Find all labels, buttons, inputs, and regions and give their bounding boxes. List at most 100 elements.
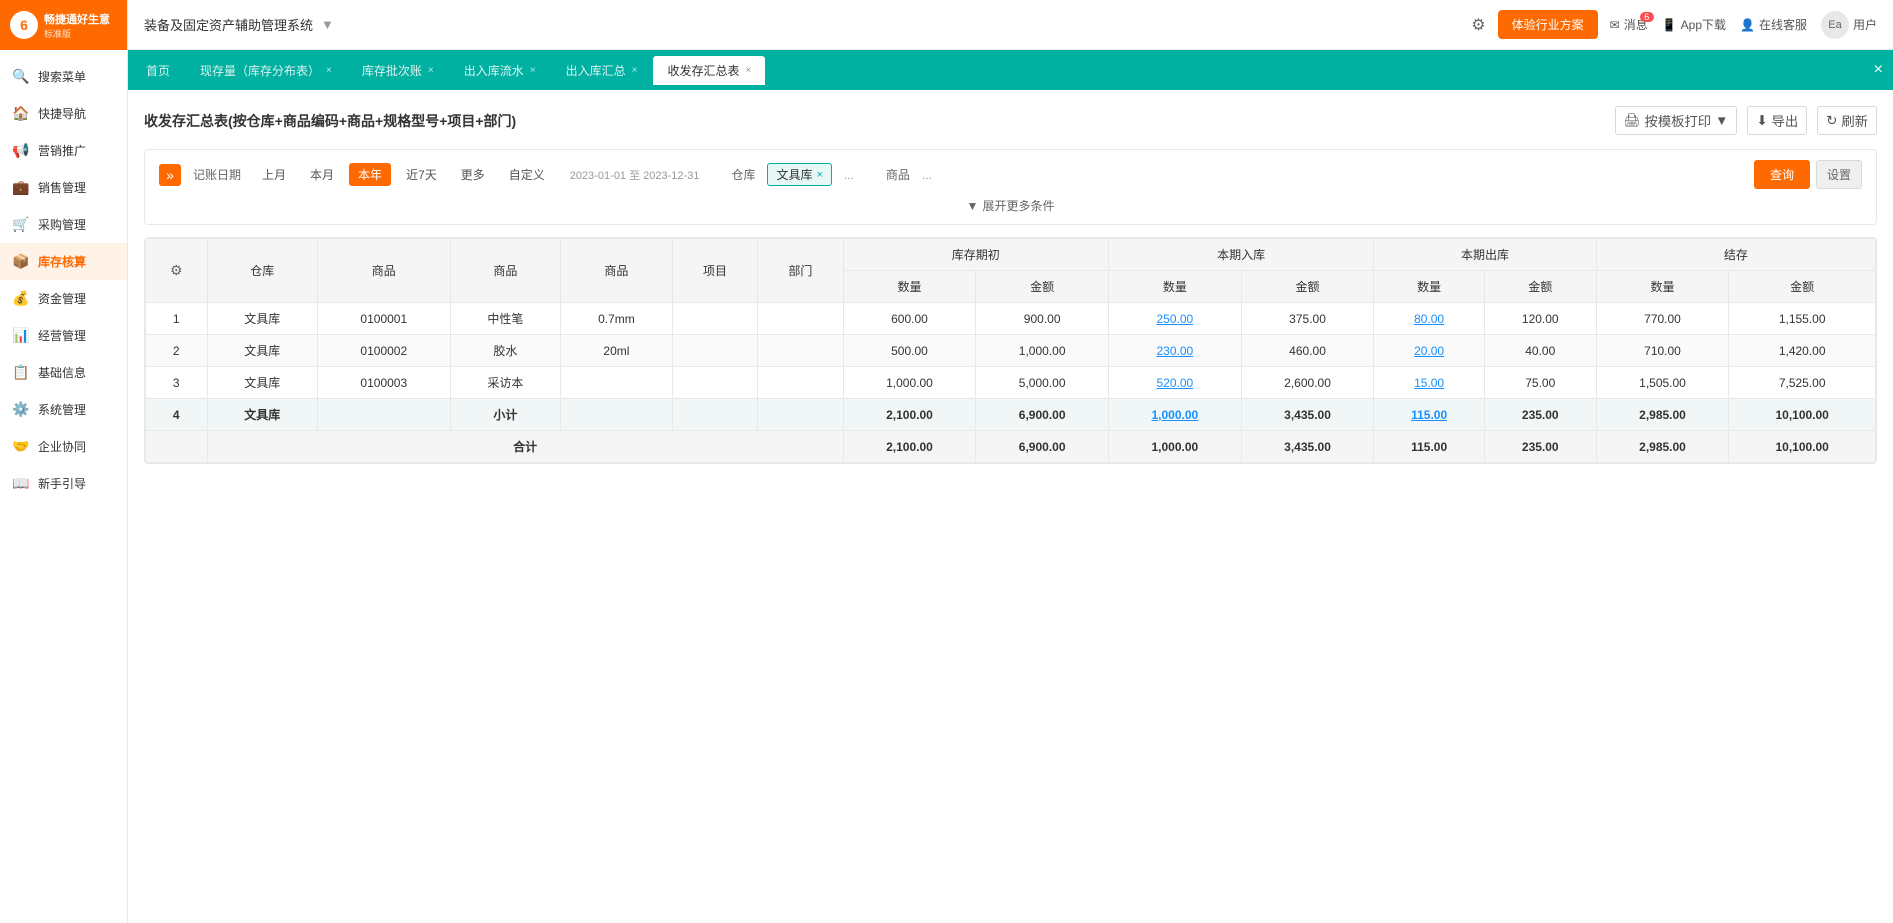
date-btn-this-year[interactable]: 本年: [349, 163, 391, 186]
footer-closing-amount: 10,100.00: [1729, 431, 1876, 463]
topbar-dropdown-icon[interactable]: ▼: [321, 17, 334, 32]
date-btn-more[interactable]: 更多: [452, 163, 494, 186]
table-cell[interactable]: 1,000.00: [1109, 399, 1242, 431]
th-settings[interactable]: ⚙: [146, 239, 208, 303]
sidebar-item-quick-nav[interactable]: 🏠 快捷导航: [0, 95, 127, 132]
cell-link[interactable]: 1,000.00: [1151, 408, 1198, 422]
cell-link[interactable]: 115.00: [1411, 408, 1447, 422]
dropdown-icon: ▼: [1715, 113, 1728, 128]
system-title: 装备及固定资产辅助管理系统 ▼: [144, 15, 1459, 34]
table-cell[interactable]: 20.00: [1374, 335, 1484, 367]
export-btn[interactable]: ⬇ 导出: [1747, 106, 1807, 135]
sidebar-item-system[interactable]: ⚙️ 系统管理: [0, 391, 127, 428]
query-btn[interactable]: 查询: [1754, 160, 1810, 189]
print-btn[interactable]: 🖨 按模板打印 ▼: [1615, 106, 1738, 135]
cell-link[interactable]: 230.00: [1156, 344, 1193, 358]
filter-settings-btn[interactable]: 设置: [1816, 160, 1862, 189]
tab-close-summary[interactable]: ×: [632, 65, 638, 76]
warehouse-more-btn[interactable]: ...: [844, 168, 854, 182]
table-cell[interactable]: 230.00: [1109, 335, 1242, 367]
refresh-btn[interactable]: ↻ 刷新: [1817, 106, 1877, 135]
sidebar-item-basic[interactable]: 📋 基础信息: [0, 354, 127, 391]
th-in-qty: 数量: [1109, 271, 1242, 303]
data-table: ⚙ 仓库 商品 商品 商品 项目 部门 库存期初 本期入库 本期出库 结存: [145, 238, 1876, 463]
sidebar-item-inventory[interactable]: 📦 库存核算: [0, 243, 127, 280]
date-btn-last-month[interactable]: 上月: [253, 163, 295, 186]
tab-receive-summary[interactable]: 收发存汇总表 ×: [653, 56, 765, 85]
table-cell: 中性笔: [450, 303, 560, 335]
table-cell: 1,420.00: [1729, 335, 1876, 367]
warehouse-filter-label: 仓库: [731, 166, 755, 183]
sidebar-item-marketing[interactable]: 📢 营销推广: [0, 132, 127, 169]
date-btn-this-month[interactable]: 本月: [301, 163, 343, 186]
cell-link[interactable]: 15.00: [1414, 376, 1444, 390]
table-cell: 1,505.00: [1596, 367, 1729, 399]
page-content: 收发存汇总表(按仓库+商品编码+商品+规格型号+项目+部门) 🖨 按模板打印 ▼…: [128, 90, 1893, 923]
tab-close-flow[interactable]: ×: [530, 65, 536, 76]
date-btn-7days[interactable]: 近7天: [397, 163, 446, 186]
table-cell[interactable]: 520.00: [1109, 367, 1242, 399]
topbar-settings[interactable]: ⚙: [1471, 15, 1485, 35]
message-btn[interactable]: ✉ 消息 6: [1610, 16, 1648, 33]
sidebar-item-finance[interactable]: 💰 资金管理: [0, 280, 127, 317]
table-cell: 3: [146, 367, 208, 399]
sidebar-item-label: 经营管理: [38, 327, 86, 344]
tab-flow[interactable]: 出入库流水 ×: [450, 56, 550, 85]
table-cell: [672, 367, 757, 399]
table-cell: 460.00: [1241, 335, 1374, 367]
table-cell: 文具库: [207, 367, 317, 399]
online-service-btn[interactable]: 👤 在线客服: [1740, 16, 1807, 33]
table-cell: 40.00: [1484, 335, 1596, 367]
expand-filter-btn[interactable]: ▼ 展开更多条件: [967, 197, 1055, 214]
filter-area: » 记账日期 上月 本月 本年 近7天 更多 自定义 2023-01-01 至 …: [144, 149, 1877, 225]
table-cell[interactable]: 80.00: [1374, 303, 1484, 335]
th-goods-name: 商品: [450, 239, 560, 303]
table-cell: 4: [146, 399, 208, 431]
table-cell: [758, 303, 843, 335]
sidebar-item-operation[interactable]: 📊 经营管理: [0, 317, 127, 354]
sidebar-item-search[interactable]: 🔍 搜索菜单: [0, 58, 127, 95]
cell-link[interactable]: 520.00: [1156, 376, 1193, 390]
home-icon: 🏠: [12, 105, 30, 122]
table-cell: 7,525.00: [1729, 367, 1876, 399]
cell-link[interactable]: 20.00: [1414, 344, 1444, 358]
footer-label: 合计: [207, 431, 843, 463]
cell-link[interactable]: 80.00: [1414, 312, 1444, 326]
enterprise-icon: 🤝: [12, 438, 30, 455]
experience-btn[interactable]: 体验行业方案: [1498, 10, 1598, 39]
sidebar-item-guide[interactable]: 📖 新手引导: [0, 465, 127, 502]
table-cell: 1,000.00: [976, 335, 1109, 367]
goods-more-btn[interactable]: ...: [922, 168, 932, 182]
table-row: 3文具库0100003采访本1,000.005,000.00520.002,60…: [146, 367, 1876, 399]
table-cell[interactable]: 115.00: [1374, 399, 1484, 431]
tab-home[interactable]: 首页: [132, 56, 184, 85]
table-settings-icon[interactable]: ⚙: [170, 262, 183, 278]
th-out-qty: 数量: [1374, 271, 1484, 303]
table-cell: 1,155.00: [1729, 303, 1876, 335]
tab-close-receive-summary[interactable]: ×: [745, 65, 751, 76]
app-download-btn[interactable]: 📱 App下载: [1662, 16, 1726, 33]
sidebar-item-purchase[interactable]: 🛒 采购管理: [0, 206, 127, 243]
tab-stock-dist[interactable]: 现存量（库存分布表） ×: [186, 56, 346, 85]
user-profile-btn[interactable]: Ea 用户: [1821, 11, 1877, 39]
date-btn-custom[interactable]: 自定义: [500, 163, 554, 186]
warehouse-tag-close[interactable]: ×: [816, 169, 822, 181]
message-icon: ✉: [1610, 18, 1620, 32]
table-cell: 0100001: [317, 303, 450, 335]
table-cell[interactable]: 15.00: [1374, 367, 1484, 399]
th-out-group: 本期出库: [1374, 239, 1596, 271]
filter-toggle-btn[interactable]: »: [159, 164, 181, 186]
cell-link[interactable]: 250.00: [1156, 312, 1193, 326]
close-all-tabs-btn[interactable]: ×: [1874, 61, 1883, 79]
tab-batch[interactable]: 库存批次账 ×: [348, 56, 448, 85]
tab-summary[interactable]: 出入库汇总 ×: [552, 56, 652, 85]
table-cell[interactable]: 250.00: [1109, 303, 1242, 335]
sidebar-item-sales[interactable]: 💼 销售管理: [0, 169, 127, 206]
th-goods-spec: 商品: [561, 239, 673, 303]
th-project: 项目: [672, 239, 757, 303]
tab-close-stock-dist[interactable]: ×: [326, 65, 332, 76]
tab-close-batch[interactable]: ×: [428, 65, 434, 76]
sidebar-item-enterprise[interactable]: 🤝 企业协同: [0, 428, 127, 465]
nav-tabs: 首页 现存量（库存分布表） × 库存批次账 × 出入库流水 × 出入库汇总 × …: [128, 50, 1893, 90]
date-shortcuts: 上月 本月 本年 近7天 更多 自定义: [253, 163, 554, 186]
